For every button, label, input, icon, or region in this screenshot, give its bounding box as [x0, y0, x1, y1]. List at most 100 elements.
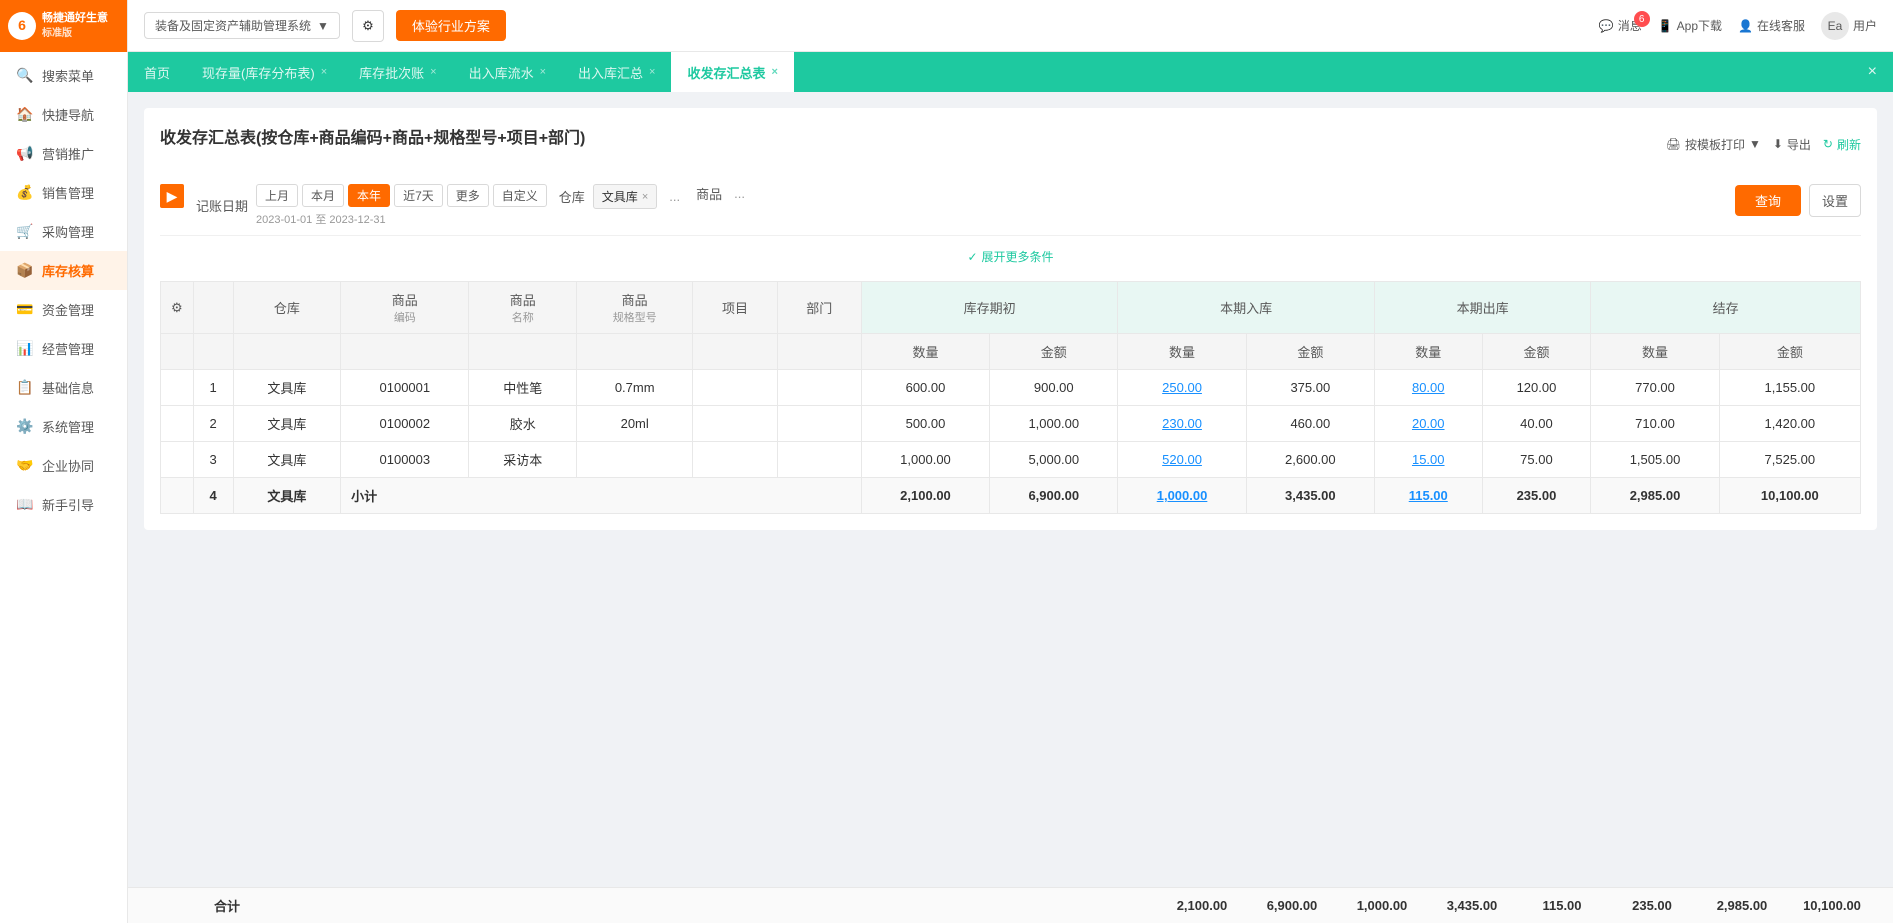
query-button[interactable]: 查询 — [1735, 185, 1801, 216]
th-in-amt: 金额 — [1246, 334, 1374, 370]
tab-inout-summary[interactable]: 出入库汇总 × — [562, 52, 671, 92]
footer-out-amt: 235.00 — [1607, 898, 1697, 913]
th-spec-sub — [576, 334, 692, 370]
date-btn-custom[interactable]: 自定义 — [493, 184, 547, 207]
table-row: 3 文具库 0100003 采访本 1,000.00 5,000.00 520.… — [161, 442, 1861, 478]
cell-closing-amt: 1,155.00 — [1719, 370, 1860, 406]
sidebar-item-guide[interactable]: 📖 新手引导 — [0, 485, 127, 524]
cell-goods-spec: 0.7mm — [576, 370, 692, 406]
cell-no: 1 — [193, 370, 233, 406]
settings-icon-btn[interactable]: ⚙ — [352, 10, 384, 42]
th-dept-sub — [777, 334, 861, 370]
tab-label: 首页 — [144, 63, 170, 82]
out-qty-link[interactable]: 20.00 — [1412, 416, 1445, 431]
sidebar-item-search[interactable]: 🔍 搜索菜单 — [0, 56, 127, 95]
warehouse-tag-text: 文具库 — [602, 188, 638, 205]
sidebar-item-sales[interactable]: 💰 销售管理 — [0, 173, 127, 212]
page-card: 收发存汇总表(按仓库+商品编码+商品+规格型号+项目+部门) 🖨 按模板打印 ▼… — [144, 108, 1877, 530]
data-table: ⚙ 仓库 商品编码 商品名称 商品规格型号 项目 部门 库存期初 本期入库 本期… — [160, 281, 1861, 514]
warehouse-tag: 文具库 × — [593, 184, 657, 209]
tab-label: 出入库汇总 — [578, 63, 643, 82]
refresh-btn[interactable]: ↻ 刷新 — [1823, 136, 1861, 153]
date-btn-this-month[interactable]: 本月 — [302, 184, 344, 207]
tab-close-icon[interactable]: × — [430, 66, 436, 78]
tab-batch-account[interactable]: 库存批次账 × — [343, 52, 452, 92]
subtotal-row: 4 文具库 小计 2,100.00 6,900.00 1,000.00 3,43… — [161, 478, 1861, 514]
th-closing-amt: 金额 — [1719, 334, 1860, 370]
th-in: 本期入库 — [1118, 282, 1375, 334]
sidebar-item-cooperation[interactable]: 🤝 企业协同 — [0, 446, 127, 485]
sidebar-item-purchase[interactable]: 🛒 采购管理 — [0, 212, 127, 251]
online-service-btn[interactable]: 👤 在线客服 — [1738, 17, 1805, 34]
app-download-btn[interactable]: 📱 App下载 — [1658, 17, 1722, 34]
tab-inout-flow[interactable]: 出入库流水 × — [453, 52, 562, 92]
cell-opening-amt: 900.00 — [990, 370, 1118, 406]
filter-expand-btn[interactable]: ▶ — [160, 184, 184, 208]
experience-button[interactable]: 体验行业方案 — [396, 10, 506, 41]
sidebar-item-system[interactable]: ⚙️ 系统管理 — [0, 407, 127, 446]
th-project: 项目 — [693, 282, 777, 334]
user-btn[interactable]: Ea 用户 — [1821, 12, 1877, 40]
sidebar-item-label: 采购管理 — [42, 222, 94, 241]
th-department: 部门 — [777, 282, 861, 334]
export-btn[interactable]: ⬇ 导出 — [1773, 136, 1811, 153]
subtotal-settings — [161, 478, 194, 514]
in-qty-link[interactable]: 520.00 — [1162, 452, 1202, 467]
expand-icon: ✓ — [967, 250, 977, 264]
sidebar-item-inventory[interactable]: 📦 库存核算 — [0, 251, 127, 290]
tab-close-icon[interactable]: × — [772, 66, 778, 78]
tab-home[interactable]: 首页 — [128, 52, 186, 92]
sidebar-item-capital[interactable]: 💳 资金管理 — [0, 290, 127, 329]
th-closing-qty: 数量 — [1591, 334, 1719, 370]
date-filter-label: 记账日期 — [196, 196, 248, 215]
cell-opening-qty: 1,000.00 — [861, 442, 989, 478]
sidebar-item-quick-nav[interactable]: 🏠 快捷导航 — [0, 95, 127, 134]
export-label: 导出 — [1787, 136, 1811, 153]
subtotal-in-qty: 1,000.00 — [1118, 478, 1246, 514]
warehouse-filter-group: 仓库 文具库 × ... — [559, 184, 684, 209]
date-btn-7days[interactable]: 近7天 — [394, 184, 443, 207]
cell-closing-amt: 7,525.00 — [1719, 442, 1860, 478]
refresh-icon: ↻ — [1823, 137, 1833, 151]
marketing-icon: 📢 — [16, 145, 34, 163]
th-code-sub — [341, 334, 469, 370]
system-selector[interactable]: 装备及固定资产辅助管理系统 ▼ — [144, 12, 340, 39]
tab-close-icon[interactable]: × — [321, 66, 327, 78]
date-btn-this-year[interactable]: 本年 — [348, 184, 390, 207]
cell-settings — [161, 370, 194, 406]
tab-close-icon[interactable]: × — [649, 66, 655, 78]
warehouse-more-btn[interactable]: ... — [665, 189, 684, 204]
sidebar-item-label: 新手引导 — [42, 495, 94, 514]
date-btn-more[interactable]: 更多 — [447, 184, 489, 207]
sidebar-item-operation[interactable]: 📊 经营管理 — [0, 329, 127, 368]
sidebar-item-marketing[interactable]: 📢 营销推广 — [0, 134, 127, 173]
messages-btn[interactable]: 💬 消息 6 — [1599, 17, 1642, 34]
subtotal-out-qty-link[interactable]: 115.00 — [1409, 488, 1448, 503]
cell-warehouse: 文具库 — [233, 442, 341, 478]
sidebar-item-label: 经营管理 — [42, 339, 94, 358]
tab-recv-send-summary[interactable]: 收发存汇总表 × — [671, 52, 793, 92]
subtotal-label: 小计 — [341, 478, 862, 514]
goods-more-btn[interactable]: ... — [730, 186, 749, 201]
cell-in-qty: 520.00 — [1118, 442, 1246, 478]
warehouse-tag-close-icon[interactable]: × — [642, 191, 648, 203]
footer-closing-amt: 10,100.00 — [1787, 898, 1877, 913]
tab-inventory-dist[interactable]: 现存量(库存分布表) × — [186, 52, 343, 92]
sidebar-item-basic[interactable]: 📋 基础信息 — [0, 368, 127, 407]
footer-out-qty: 115.00 — [1517, 898, 1607, 913]
date-btn-last-month[interactable]: 上月 — [256, 184, 298, 207]
in-qty-link[interactable]: 250.00 — [1162, 380, 1202, 395]
subtotal-opening-amt: 6,900.00 — [990, 478, 1118, 514]
close-all-tabs-btn[interactable]: × — [1852, 63, 1893, 81]
expand-more-btn[interactable]: ✓ 展开更多条件 — [959, 244, 1061, 269]
out-qty-link[interactable]: 80.00 — [1412, 380, 1445, 395]
print-btn[interactable]: 🖨 按模板打印 ▼ — [1666, 136, 1761, 153]
avatar: Ea — [1821, 12, 1849, 40]
th-settings-sub — [161, 334, 194, 370]
settings-button[interactable]: 设置 — [1809, 184, 1861, 217]
cell-in-amt: 375.00 — [1246, 370, 1374, 406]
tab-close-icon[interactable]: × — [540, 66, 546, 78]
subtotal-in-qty-link[interactable]: 1,000.00 — [1157, 488, 1208, 503]
in-qty-link[interactable]: 230.00 — [1162, 416, 1202, 431]
out-qty-link[interactable]: 15.00 — [1412, 452, 1445, 467]
